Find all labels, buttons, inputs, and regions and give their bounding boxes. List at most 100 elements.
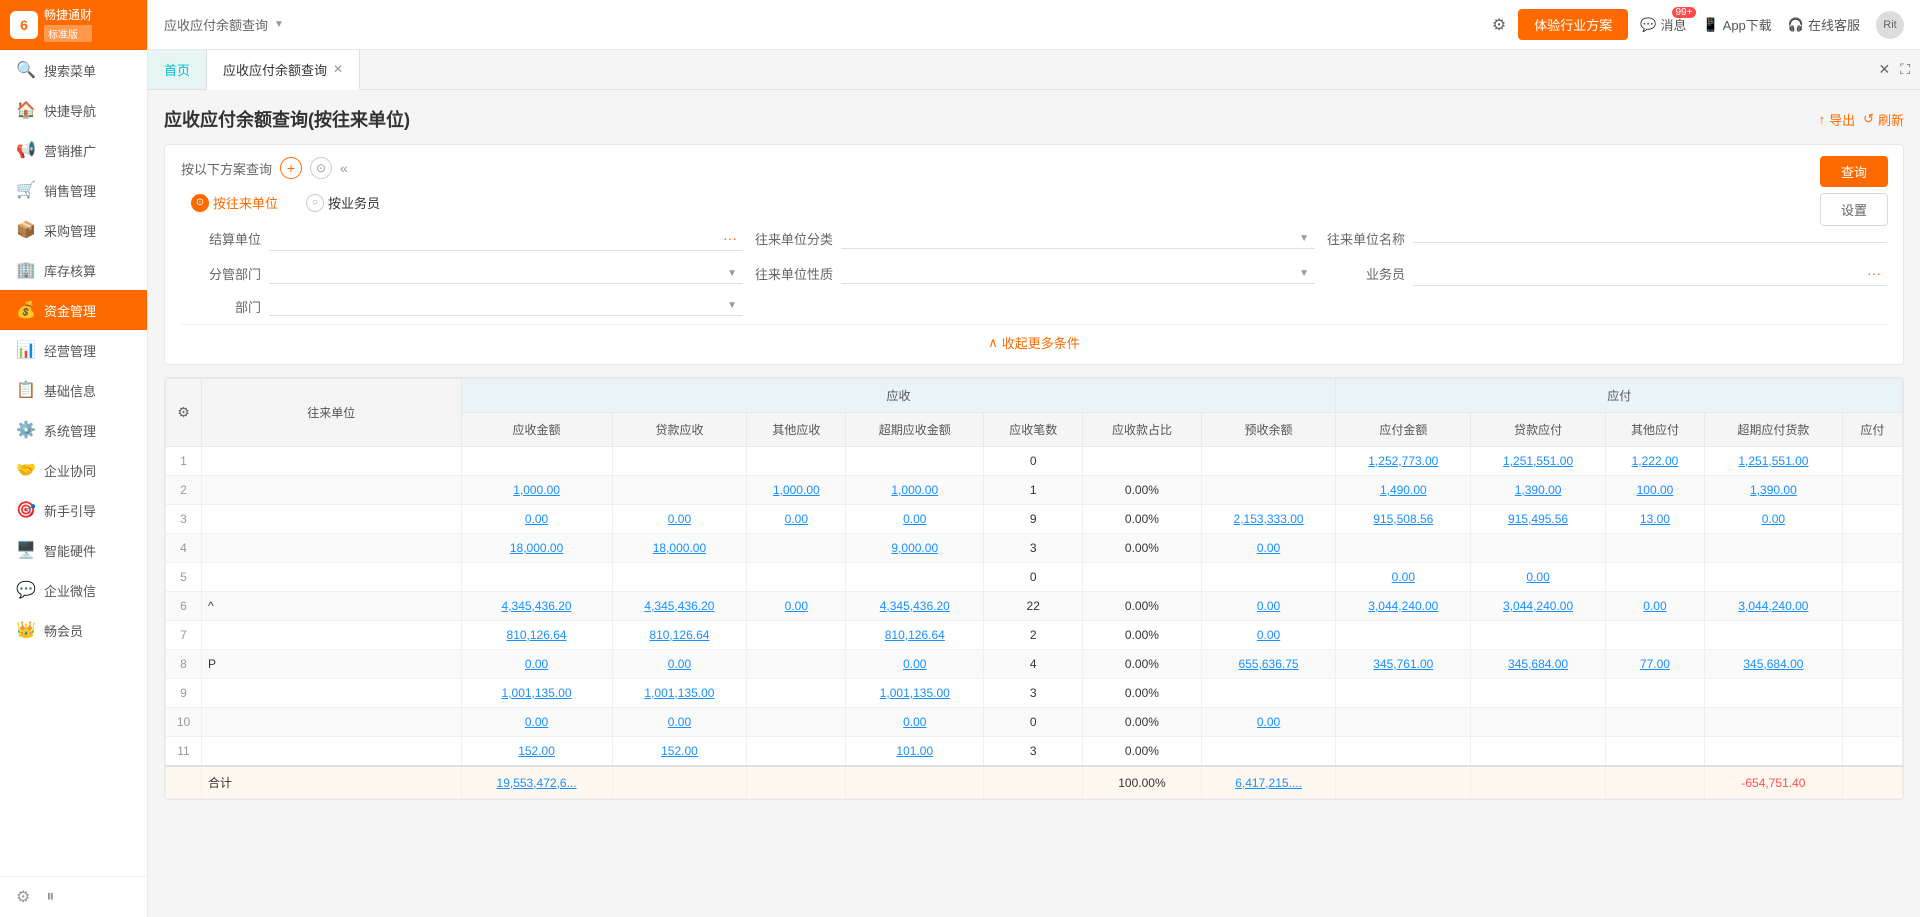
cell-12[interactable]: 1,390.00 (1704, 476, 1842, 505)
cell-2[interactable]: 1,000.00 (461, 476, 612, 505)
cell-9[interactable]: 3,044,240.00 (1336, 592, 1471, 621)
search-collapse-icon[interactable]: « (340, 160, 348, 176)
sidebar-item-smart-hw[interactable]: 🖥️智能硬件 (0, 530, 147, 570)
salesperson-input[interactable]: ··· (1413, 261, 1887, 286)
export-button[interactable]: ↑ 导出 (1819, 110, 1856, 129)
cell-5[interactable]: 9,000.00 (846, 534, 984, 563)
cell-12[interactable]: 345,684.00 (1704, 650, 1842, 679)
cell-10[interactable]: 1,390.00 (1471, 476, 1606, 505)
sidebar-item-inventory[interactable]: 🏢库存核算 (0, 250, 147, 290)
cell-5[interactable]: 0.00 (846, 505, 984, 534)
tab-close-icon[interactable]: ✕ (333, 62, 343, 76)
cell-3[interactable]: 152.00 (612, 737, 747, 767)
promo-button[interactable]: 体验行业方案 (1518, 9, 1628, 40)
cell-8[interactable]: 0.00 (1201, 534, 1336, 563)
cell-5[interactable]: 1,000.00 (846, 476, 984, 505)
scheme-by-salesperson[interactable]: ○ 按业务员 (296, 189, 390, 216)
cell-5[interactable]: 1,001,135.00 (846, 679, 984, 708)
cell-8[interactable]: 655,636.75 (1201, 650, 1336, 679)
sidebar-item-marketing[interactable]: 📢营销推广 (0, 130, 147, 170)
cell-10[interactable]: 915,495.56 (1471, 505, 1606, 534)
sidebar-item-finance[interactable]: 💰资金管理 (0, 290, 147, 330)
app-download-button[interactable]: 📱 App下载 (1702, 15, 1771, 34)
query-button[interactable]: 查询 (1820, 156, 1888, 187)
sidebar-item-enterprise-wx[interactable]: 💬企业微信 (0, 570, 147, 610)
cell-2[interactable]: 152.00 (461, 737, 612, 767)
search-scheme-settings-button[interactable]: ⊙ (310, 157, 332, 179)
online-service-button[interactable]: 🎧 在线客服 (1788, 15, 1860, 34)
partner-category-input[interactable]: ▼ (841, 229, 1315, 249)
sidebar-item-quick-nav[interactable]: 🏠快捷导航 (0, 90, 147, 130)
cell-2[interactable]: 4,345,436.20 (461, 592, 612, 621)
tab-fullscreen-icon[interactable]: ⛶ (1900, 61, 1910, 78)
sidebar-item-purchase[interactable]: 📦采购管理 (0, 210, 147, 250)
cell-5[interactable]: 810,126.64 (846, 621, 984, 650)
sidebar-item-sales[interactable]: 🛒销售管理 (0, 170, 147, 210)
sidebar-item-member[interactable]: 👑畅会员 (0, 610, 147, 650)
collapse-sidebar-icon[interactable]: ⏸ (46, 888, 54, 906)
sidebar-item-beginner[interactable]: 🎯新手引导 (0, 490, 147, 530)
dept-manager-input[interactable]: ▼ (269, 264, 743, 284)
cell-3[interactable]: 0.00 (612, 505, 747, 534)
cell-11[interactable]: 13.00 (1605, 505, 1704, 534)
cell-5[interactable]: 4,345,436.20 (846, 592, 984, 621)
cell-4[interactable]: 0.00 (747, 592, 846, 621)
cell-9[interactable]: 1,252,773.00 (1336, 447, 1471, 476)
cell-2[interactable]: 0.00 (461, 650, 612, 679)
settings-footer-icon[interactable]: ⚙ (16, 887, 30, 907)
table-scroll[interactable]: ⚙ 往来单位 应收 应付 应收金额 贷款应收 其他应收 超期应收金额 应收笔数 (165, 378, 1903, 799)
tab-close-window-icon[interactable]: ✕ (1878, 61, 1890, 78)
cell-11[interactable]: 77.00 (1605, 650, 1704, 679)
total-ar-prepaid[interactable]: 6,417,215.... (1201, 766, 1336, 799)
partner-name-input[interactable] (1413, 234, 1887, 243)
cell-12[interactable]: 3,044,240.00 (1704, 592, 1842, 621)
cell-5[interactable]: 0.00 (846, 708, 984, 737)
cell-10[interactable]: 0.00 (1471, 563, 1606, 592)
messages-button[interactable]: 💬 消息 99+ (1640, 15, 1686, 34)
cell-11[interactable]: 0.00 (1605, 592, 1704, 621)
cell-2[interactable]: 18,000.00 (461, 534, 612, 563)
cell-8[interactable]: 0.00 (1201, 592, 1336, 621)
settlement-unit-input[interactable]: ··· (269, 226, 743, 251)
cell-3[interactable]: 0.00 (612, 708, 747, 737)
settings-button[interactable]: 设置 (1820, 193, 1888, 226)
cell-9[interactable]: 915,508.56 (1336, 505, 1471, 534)
cell-10[interactable]: 3,044,240.00 (1471, 592, 1606, 621)
sidebar-item-system[interactable]: ⚙️系统管理 (0, 410, 147, 450)
tab-ar-query[interactable]: 应收应付余额查询 ✕ (207, 50, 360, 90)
cell-2[interactable]: 1,001,135.00 (461, 679, 612, 708)
cell-3[interactable]: 1,001,135.00 (612, 679, 747, 708)
cell-12[interactable]: 0.00 (1704, 505, 1842, 534)
cell-9[interactable]: 1,490.00 (1336, 476, 1471, 505)
sidebar-item-search-menu[interactable]: 🔍搜索菜单 (0, 50, 147, 90)
scheme-by-partner[interactable]: ⊙ 按往来单位 (181, 189, 288, 216)
sidebar-item-operations[interactable]: 📊经营管理 (0, 330, 147, 370)
collapse-more-button[interactable]: ∧ 收起更多条件 (181, 324, 1887, 352)
total-ar-amount[interactable]: 19,553,472,6... (461, 766, 612, 799)
cell-3[interactable]: 0.00 (612, 650, 747, 679)
refresh-button[interactable]: ↺ 刷新 (1863, 110, 1904, 129)
table-settings-icon[interactable]: ⚙ (177, 404, 190, 420)
cell-10[interactable]: 345,684.00 (1471, 650, 1606, 679)
cell-5[interactable]: 101.00 (846, 737, 984, 767)
cell-8[interactable]: 2,153,333.00 (1201, 505, 1336, 534)
cell-3[interactable]: 4,345,436.20 (612, 592, 747, 621)
cell-8[interactable]: 0.00 (1201, 621, 1336, 650)
cell-11[interactable]: 100.00 (1605, 476, 1704, 505)
cell-3[interactable]: 18,000.00 (612, 534, 747, 563)
cell-10[interactable]: 1,251,551.00 (1471, 447, 1606, 476)
cell-2[interactable]: 0.00 (461, 708, 612, 737)
dept-input[interactable]: ▼ (269, 296, 743, 316)
cell-8[interactable]: 0.00 (1201, 708, 1336, 737)
cell-5[interactable]: 0.00 (846, 650, 984, 679)
user-avatar[interactable]: Rit (1876, 11, 1904, 39)
cell-11[interactable]: 1,222.00 (1605, 447, 1704, 476)
tab-home[interactable]: 首页 (148, 50, 207, 89)
sidebar-item-basic-info[interactable]: 📋基础信息 (0, 370, 147, 410)
cell-4[interactable]: 1,000.00 (747, 476, 846, 505)
cell-2[interactable]: 0.00 (461, 505, 612, 534)
search-add-button[interactable]: + (280, 157, 302, 179)
partner-nature-input[interactable]: ▼ (841, 264, 1315, 284)
cell-4[interactable]: 0.00 (747, 505, 846, 534)
sidebar-item-enterprise-coop[interactable]: 🤝企业协同 (0, 450, 147, 490)
